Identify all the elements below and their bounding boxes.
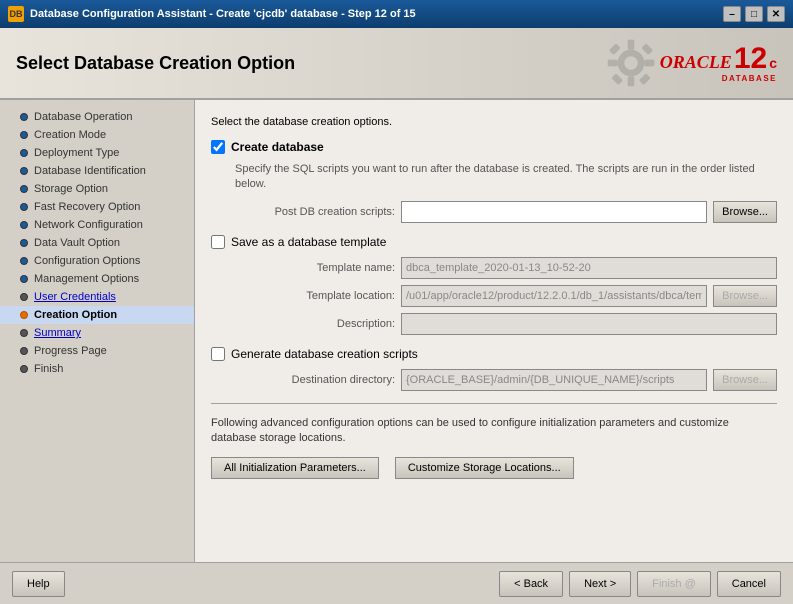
sidebar-item-summary[interactable]: Summary [0, 324, 194, 342]
sidebar-dot [20, 185, 28, 193]
finish-button: Finish @ [637, 571, 711, 597]
sidebar-item-fast-recovery-option[interactable]: Fast Recovery Option [0, 198, 194, 216]
page-title: Select Database Creation Option [16, 53, 295, 74]
oracle-c-text: c [769, 55, 777, 71]
create-database-indent: Specify the SQL scripts you want to run … [235, 162, 777, 223]
template-location-input [401, 285, 707, 307]
advanced-buttons: All Initialization Parameters... Customi… [211, 457, 777, 479]
description-input [401, 313, 777, 335]
sidebar-item-network-configuration[interactable]: Network Configuration [0, 216, 194, 234]
generate-scripts-checkbox[interactable] [211, 347, 225, 361]
window-title: Database Configuration Assistant - Creat… [30, 8, 723, 20]
sidebar-item-deployment-type[interactable]: Deployment Type [0, 144, 194, 162]
oracle-version-text: 12 [734, 44, 767, 74]
section-intro: Select the database creation options. [211, 116, 777, 128]
maximize-button[interactable]: □ [745, 6, 763, 22]
sidebar-item-database-operation[interactable]: Database Operation [0, 108, 194, 126]
sidebar-dot [20, 275, 28, 283]
save-template-group: Save as a database template Template nam… [211, 235, 777, 335]
sidebar-dot [20, 221, 28, 229]
save-template-checkbox[interactable] [211, 235, 225, 249]
advanced-text: Following advanced configuration options… [211, 416, 777, 447]
oracle-db-label: DATABASE [722, 74, 777, 83]
generate-scripts-row: Generate database creation scripts [211, 347, 777, 361]
sidebar-item-data-vault-option[interactable]: Data Vault Option [0, 234, 194, 252]
sidebar-item-management-options[interactable]: Management Options [0, 270, 194, 288]
template-name-label: Template name: [235, 262, 395, 274]
sidebar-dot [20, 365, 28, 373]
oracle-logo: ORACLE 12 c DATABASE [606, 38, 777, 88]
sidebar-dot [20, 239, 28, 247]
create-database-group: Create database Specify the SQL scripts … [211, 140, 777, 223]
footer-left: Help [12, 571, 65, 597]
sidebar-dot [20, 347, 28, 355]
description-label: Description: [235, 318, 395, 330]
post-script-browse-button[interactable]: Browse... [713, 201, 777, 223]
create-database-row: Create database [211, 140, 777, 154]
sidebar-item-progress-page[interactable]: Progress Page [0, 342, 194, 360]
app-icon: DB [8, 6, 24, 22]
create-database-label[interactable]: Create database [231, 140, 324, 154]
template-name-row: Template name: [235, 257, 777, 279]
template-name-input [401, 257, 777, 279]
dest-dir-row: Destination directory: Browse... [235, 369, 777, 391]
footer: Help < Back Next > Finish @ Cancel [0, 562, 793, 604]
post-script-input[interactable] [401, 201, 707, 223]
header: Select Database Creation Option ORACLE 1… [0, 28, 793, 100]
close-button[interactable]: ✕ [767, 6, 785, 22]
dest-browse-button: Browse... [713, 369, 777, 391]
footer-right: < Back Next > Finish @ Cancel [499, 571, 781, 597]
gear-icon [606, 38, 656, 88]
sidebar-item-creation-mode[interactable]: Creation Mode [0, 126, 194, 144]
app-icon-text: DB [10, 9, 23, 19]
create-database-checkbox[interactable] [211, 140, 225, 154]
main-window: Select Database Creation Option ORACLE 1… [0, 28, 793, 604]
sidebar-item-user-credentials[interactable]: User Credentials [0, 288, 194, 306]
next-button[interactable]: Next > [569, 571, 631, 597]
dest-dir-input [401, 369, 707, 391]
sidebar-dot [20, 131, 28, 139]
generate-scripts-label[interactable]: Generate database creation scripts [231, 347, 418, 361]
main-panel: Select the database creation options. Cr… [195, 100, 793, 562]
post-script-label: Post DB creation scripts: [235, 206, 395, 218]
cancel-button[interactable]: Cancel [717, 571, 781, 597]
sidebar-dot [20, 149, 28, 157]
template-location-row: Template location: Browse... [235, 285, 777, 307]
window-controls: – □ ✕ [723, 6, 785, 22]
sidebar-dot [20, 257, 28, 265]
oracle-brand-text: ORACLE [660, 52, 732, 73]
sidebar: Database Operation Creation Mode Deploym… [0, 100, 195, 562]
template-browse-button: Browse... [713, 285, 777, 307]
separator [211, 403, 777, 404]
sidebar-dot-active [20, 311, 28, 319]
back-button[interactable]: < Back [499, 571, 563, 597]
save-template-row: Save as a database template [211, 235, 777, 249]
generate-scripts-group: Generate database creation scripts Desti… [211, 347, 777, 391]
sidebar-dot [20, 167, 28, 175]
sidebar-dot [20, 203, 28, 211]
title-bar: DB Database Configuration Assistant - Cr… [0, 0, 793, 28]
template-location-label: Template location: [235, 290, 395, 302]
generate-scripts-indent: Destination directory: Browse... [235, 369, 777, 391]
save-template-indent: Template name: Template location: Browse… [235, 257, 777, 335]
sidebar-dot [20, 329, 28, 337]
create-database-description: Specify the SQL scripts you want to run … [235, 162, 777, 193]
sidebar-item-creation-option[interactable]: Creation Option [0, 306, 194, 324]
customize-storage-button[interactable]: Customize Storage Locations... [395, 457, 574, 479]
sidebar-dot [20, 293, 28, 301]
sidebar-item-storage-option[interactable]: Storage Option [0, 180, 194, 198]
sidebar-item-database-identification[interactable]: Database Identification [0, 162, 194, 180]
help-button[interactable]: Help [12, 571, 65, 597]
description-row: Description: [235, 313, 777, 335]
save-template-label[interactable]: Save as a database template [231, 235, 386, 249]
minimize-button[interactable]: – [723, 6, 741, 22]
post-script-row: Post DB creation scripts: Browse... [235, 201, 777, 223]
content-area: Database Operation Creation Mode Deploym… [0, 100, 793, 562]
all-init-params-button[interactable]: All Initialization Parameters... [211, 457, 379, 479]
sidebar-item-configuration-options[interactable]: Configuration Options [0, 252, 194, 270]
dest-dir-label: Destination directory: [235, 374, 395, 386]
sidebar-item-finish[interactable]: Finish [0, 360, 194, 378]
sidebar-dot [20, 113, 28, 121]
